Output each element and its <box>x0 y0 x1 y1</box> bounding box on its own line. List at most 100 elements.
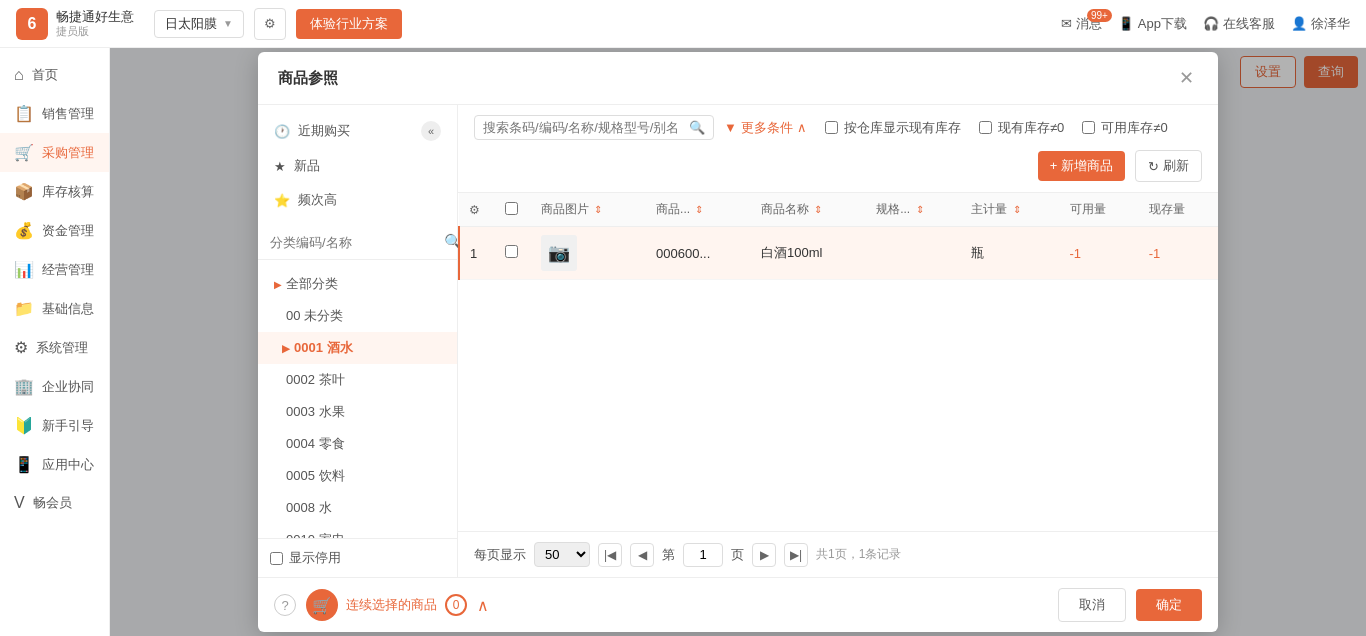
next-page-button[interactable]: ▶ <box>752 543 776 567</box>
col-image: 商品图片 ⇕ <box>531 193 646 227</box>
product-table: ⚙ 商品图片 ⇕ 商品... ⇕ <box>458 193 1218 280</box>
product-table-container: ⚙ 商品图片 ⇕ 商品... ⇕ <box>458 193 1218 531</box>
cat-tea[interactable]: 0002 茶叶 <box>258 364 457 396</box>
left-menu-new[interactable]: ★ 新品 <box>258 149 457 183</box>
filter-more-button[interactable]: ▼ 更多条件 ∧ <box>724 119 807 137</box>
refresh-button[interactable]: ↻ 刷新 <box>1135 150 1202 182</box>
cat-snack[interactable]: 0004 零食 <box>258 428 457 460</box>
vip-icon: V <box>14 494 25 512</box>
sidebar-item-vip[interactable]: V 畅会员 <box>0 484 109 522</box>
avatar: 👤 <box>1291 16 1307 31</box>
col-settings[interactable]: ⚙ <box>459 193 495 227</box>
first-page-button[interactable]: |◀ <box>598 543 622 567</box>
row-name: 白酒100ml <box>751 227 866 280</box>
cancel-button[interactable]: 取消 <box>1058 588 1126 622</box>
col-unit: 主计量 ⇕ <box>961 193 1059 227</box>
checkbox-available-input[interactable] <box>1082 121 1095 134</box>
left-menu-recent[interactable]: 🕐 近期购买 « <box>258 113 457 149</box>
cat-all[interactable]: ▶ 全部分类 <box>258 268 457 300</box>
top-navigation: 6 畅捷通好生意 捷员版 日太阳膜 ▼ ⚙ 体验行业方案 ✉ 消息 99+ 📱 … <box>0 0 1366 48</box>
sidebar-item-basic-info[interactable]: 📁 基础信息 <box>0 289 109 328</box>
messages-button[interactable]: ✉ 消息 99+ <box>1061 15 1102 33</box>
settings-icon[interactable]: ⚙ <box>254 8 286 40</box>
col-checkbox[interactable] <box>495 193 531 227</box>
checkbox-current-stock[interactable]: 现有库存≠0 <box>979 119 1064 137</box>
checkbox-stock-input[interactable] <box>979 121 992 134</box>
online-service-button[interactable]: 🎧 在线客服 <box>1203 15 1275 33</box>
sort-unit-icon[interactable]: ⇕ <box>1013 204 1021 215</box>
page-size-select[interactable]: 50 100 200 <box>534 542 590 567</box>
checkbox-warehouse-stock[interactable]: 按仓库显示现有库存 <box>825 119 961 137</box>
row-checkbox[interactable] <box>495 227 531 280</box>
sidebar-item-purchase[interactable]: 🛒 采购管理 <box>0 133 109 172</box>
cat-appliance[interactable]: 0010 家电 <box>258 524 457 538</box>
sidebar-item-business[interactable]: 📊 经营管理 <box>0 250 109 289</box>
sidebar-item-apps[interactable]: 📱 应用中心 <box>0 445 109 484</box>
sidebar: ⌂ 首页 📋 销售管理 🛒 采购管理 📦 库存核算 💰 资金管理 📊 经营管理 … <box>0 48 110 636</box>
help-icon[interactable]: ? <box>274 594 296 616</box>
sidebar-item-home[interactable]: ⌂ 首页 <box>0 56 109 94</box>
page-number-input[interactable] <box>683 543 723 567</box>
cart-icon[interactable]: 🛒 <box>306 589 338 621</box>
sort-code-icon[interactable]: ⇕ <box>695 204 703 215</box>
row-code: 000600... <box>646 227 751 280</box>
prev-page-button[interactable]: ◀ <box>630 543 654 567</box>
logo-text: 畅捷通好生意 捷员版 <box>56 9 134 38</box>
user-profile-button[interactable]: 👤 徐泽华 <box>1291 15 1350 33</box>
refresh-icon: ↻ <box>1148 159 1159 174</box>
row-select-checkbox[interactable] <box>505 245 518 258</box>
category-tree: ▶ 全部分类 00 未分类 ▶ 0001 酒水 0002 茶 <box>258 260 457 538</box>
cart-area: 🛒 连续选择的商品 0 <box>306 589 467 621</box>
cat-beverage[interactable]: 0005 饮料 <box>258 460 457 492</box>
checkbox-available-stock[interactable]: 可用库存≠0 <box>1082 119 1167 137</box>
close-icon[interactable]: ✕ <box>1174 66 1198 90</box>
confirm-button[interactable]: 确定 <box>1136 589 1202 621</box>
main-layout: ⌂ 首页 📋 销售管理 🛒 采购管理 📦 库存核算 💰 资金管理 📊 经营管理 … <box>0 48 1366 636</box>
select-all-checkbox[interactable] <box>505 202 518 215</box>
sidebar-item-sales[interactable]: 📋 销售管理 <box>0 94 109 133</box>
search-icon[interactable]: 🔍 <box>689 120 705 135</box>
arrow-right-icon: ▶ <box>274 279 282 290</box>
collapse-left-button[interactable]: « <box>421 121 441 141</box>
sales-icon: 📋 <box>14 104 34 123</box>
main-content: 设置 查询 商品参照 ✕ 🕐 近期购买 <box>110 48 1366 636</box>
row-spec <box>866 227 961 280</box>
modal-header: 商品参照 ✕ <box>258 52 1218 105</box>
sidebar-item-enterprise[interactable]: 🏢 企业协同 <box>0 367 109 406</box>
star-icon: ⭐ <box>274 193 290 208</box>
chevron-up-icon: ∧ <box>797 120 807 135</box>
last-page-button[interactable]: ▶| <box>784 543 808 567</box>
category-search-input[interactable] <box>270 235 438 250</box>
experience-button[interactable]: 体验行业方案 <box>296 9 402 39</box>
table-row[interactable]: 1 📷 000600... 白酒100ml 瓶 <box>459 227 1218 280</box>
sidebar-item-inventory[interactable]: 📦 库存核算 <box>0 172 109 211</box>
cat-fruit[interactable]: 0003 水果 <box>258 396 457 428</box>
messages-badge: 99+ <box>1087 9 1112 22</box>
category-search-box: 🔍 <box>258 225 457 260</box>
show-disabled-checkbox[interactable] <box>270 552 283 565</box>
product-search-input[interactable] <box>483 120 683 135</box>
cat-liquor[interactable]: ▶ 0001 酒水 <box>258 332 457 364</box>
col-code: 商品... ⇕ <box>646 193 751 227</box>
store-dropdown[interactable]: 日太阳膜 ▼ <box>154 10 244 38</box>
checkbox-warehouse-input[interactable] <box>825 121 838 134</box>
business-icon: 📊 <box>14 260 34 279</box>
add-product-button[interactable]: + 新增商品 <box>1038 151 1125 181</box>
sort-name-icon[interactable]: ⇕ <box>814 204 822 215</box>
sidebar-item-guide[interactable]: 🔰 新手引导 <box>0 406 109 445</box>
cat-uncategorized[interactable]: 00 未分类 <box>258 300 457 332</box>
col-name: 商品名称 ⇕ <box>751 193 866 227</box>
sidebar-item-finance[interactable]: 💰 资金管理 <box>0 211 109 250</box>
collapse-footer-icon[interactable]: ∧ <box>477 596 489 615</box>
message-icon: ✉ <box>1061 16 1072 31</box>
logo-area: 6 畅捷通好生意 捷员版 <box>16 8 134 40</box>
app-download-button[interactable]: 📱 App下载 <box>1118 15 1187 33</box>
home-icon: ⌂ <box>14 66 24 84</box>
sort-image-icon[interactable]: ⇕ <box>594 204 602 215</box>
sidebar-item-system[interactable]: ⚙ 系统管理 <box>0 328 109 367</box>
sort-spec-icon[interactable]: ⇕ <box>916 204 924 215</box>
purchase-icon: 🛒 <box>14 143 34 162</box>
cat-water[interactable]: 0008 水 <box>258 492 457 524</box>
left-menu-frequent[interactable]: ⭐ 频次高 <box>258 183 457 217</box>
col-stock: 现存量 <box>1139 193 1218 227</box>
